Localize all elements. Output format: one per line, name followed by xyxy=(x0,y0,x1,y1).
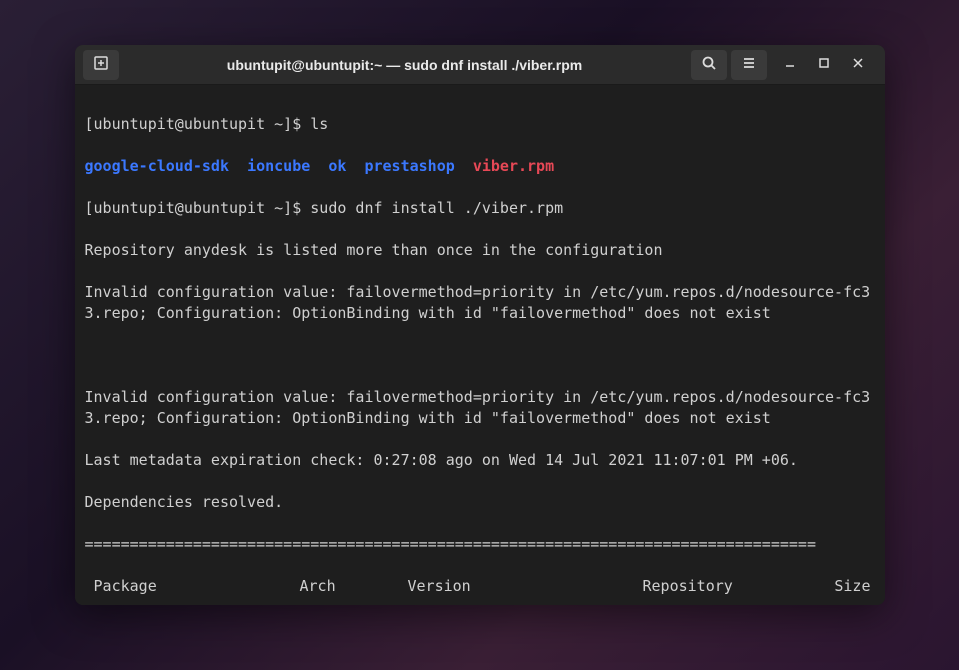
hr: ========================================… xyxy=(85,534,875,555)
col-header: Version xyxy=(408,576,643,597)
output-line: Repository anydesk is listed more than o… xyxy=(85,240,875,261)
table-header: PackageArchVersionRepositorySize xyxy=(85,576,875,597)
col-header: Arch xyxy=(300,576,408,597)
ls-dir: prestashop xyxy=(364,157,454,175)
menu-button[interactable] xyxy=(731,50,767,80)
output-line: Last metadata expiration check: 0:27:08 … xyxy=(85,450,875,471)
command: sudo dnf install ./viber.rpm xyxy=(310,199,563,217)
titlebar: ubuntupit@ubuntupit:~ — sudo dnf install… xyxy=(75,45,885,85)
plus-tab-icon xyxy=(93,55,109,74)
ls-output: google-cloud-sdk ioncube ok prestashop v… xyxy=(85,156,875,177)
window-controls xyxy=(771,56,877,74)
new-tab-button[interactable] xyxy=(83,50,119,80)
terminal-window: ubuntupit@ubuntupit:~ — sudo dnf install… xyxy=(75,45,885,605)
ls-dir: ioncube xyxy=(247,157,310,175)
ls-dir: google-cloud-sdk xyxy=(85,157,230,175)
ls-file: viber.rpm xyxy=(473,157,554,175)
col-header: Package xyxy=(85,576,300,597)
maximize-button[interactable] xyxy=(815,56,833,74)
output-line xyxy=(85,345,875,366)
close-icon xyxy=(852,57,864,73)
search-button[interactable] xyxy=(691,50,727,80)
output-line: Invalid configuration value: failovermet… xyxy=(85,282,875,324)
search-icon xyxy=(701,55,717,74)
output-line: Dependencies resolved. xyxy=(85,492,875,513)
prompt-line: [ubuntupit@ubuntupit ~]$ sudo dnf instal… xyxy=(85,198,875,219)
output-line: Invalid configuration value: failovermet… xyxy=(85,387,875,429)
command: ls xyxy=(310,115,328,133)
window-title: ubuntupit@ubuntupit:~ — sudo dnf install… xyxy=(123,57,687,73)
terminal-output[interactable]: [ubuntupit@ubuntupit ~]$ ls google-cloud… xyxy=(75,85,885,605)
col-header: Repository xyxy=(643,576,801,597)
col-header: Size xyxy=(801,576,875,597)
hamburger-icon xyxy=(741,55,757,74)
ls-dir: ok xyxy=(328,157,346,175)
minimize-button[interactable] xyxy=(781,56,799,74)
prompt: [ubuntupit@ubuntupit ~]$ xyxy=(85,199,311,217)
close-button[interactable] xyxy=(849,56,867,74)
prompt: [ubuntupit@ubuntupit ~]$ xyxy=(85,115,311,133)
minimize-icon xyxy=(784,57,796,73)
prompt-line: [ubuntupit@ubuntupit ~]$ ls xyxy=(85,114,875,135)
maximize-icon xyxy=(818,57,830,73)
